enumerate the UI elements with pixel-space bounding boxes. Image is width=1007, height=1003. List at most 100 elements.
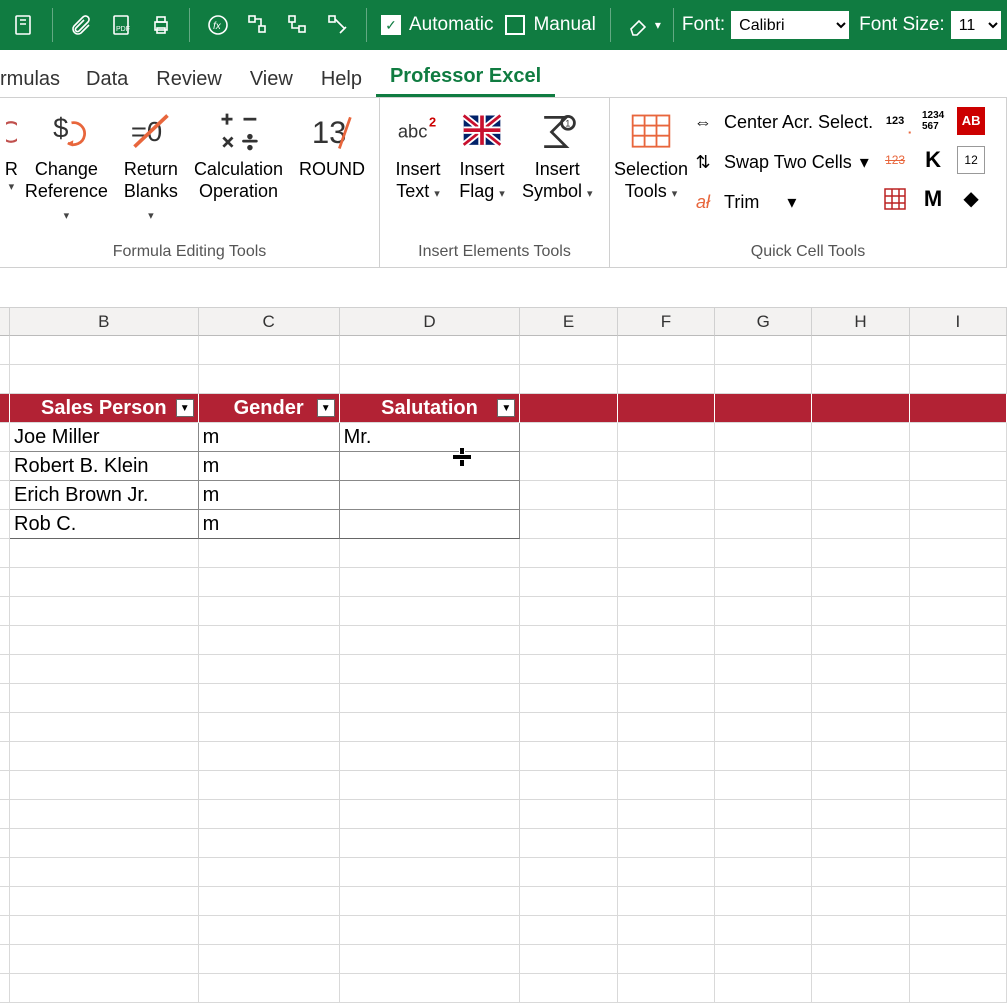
cell[interactable] xyxy=(618,945,715,974)
cell[interactable]: m xyxy=(199,510,340,539)
cell[interactable] xyxy=(812,394,909,423)
cell[interactable] xyxy=(0,365,10,394)
cell[interactable] xyxy=(910,858,1007,887)
cell[interactable] xyxy=(715,771,812,800)
cell[interactable] xyxy=(910,452,1007,481)
cell[interactable] xyxy=(199,713,340,742)
cell[interactable] xyxy=(715,365,812,394)
cell[interactable] xyxy=(199,945,340,974)
cell[interactable] xyxy=(910,829,1007,858)
col-head-a[interactable] xyxy=(0,308,10,336)
cell[interactable] xyxy=(715,800,812,829)
tab-formulas[interactable]: rmulas xyxy=(0,60,72,97)
cell[interactable] xyxy=(0,742,10,771)
cell[interactable] xyxy=(199,800,340,829)
cell[interactable] xyxy=(812,829,909,858)
cell[interactable] xyxy=(0,713,10,742)
cell[interactable] xyxy=(199,336,340,365)
cell[interactable] xyxy=(520,394,617,423)
arrow-button[interactable]: ◆ xyxy=(957,185,985,213)
col-head-b[interactable]: B xyxy=(10,308,199,336)
filter-drop-icon[interactable]: ▼ xyxy=(317,399,335,417)
cell[interactable]: m xyxy=(199,423,340,452)
font-size-select[interactable]: 11 xyxy=(951,11,1001,39)
cell[interactable] xyxy=(340,829,521,858)
cell[interactable] xyxy=(520,365,617,394)
cell[interactable] xyxy=(340,510,521,539)
cell[interactable] xyxy=(520,597,617,626)
cell[interactable] xyxy=(812,771,909,800)
insert-symbol-button[interactable]: 1 InsertSymbol ▾ xyxy=(514,104,601,205)
font-select[interactable]: Calibri xyxy=(731,11,849,39)
cell[interactable] xyxy=(618,336,715,365)
cell[interactable] xyxy=(812,452,909,481)
cell[interactable] xyxy=(715,742,812,771)
cell[interactable] xyxy=(340,713,521,742)
cell[interactable] xyxy=(618,568,715,597)
cell[interactable] xyxy=(618,916,715,945)
cell[interactable] xyxy=(199,771,340,800)
calc-mode-manual[interactable]: Manual xyxy=(505,14,595,36)
cell[interactable] xyxy=(0,858,10,887)
cell[interactable]: Sales Person▼ xyxy=(10,394,199,423)
cell[interactable] xyxy=(812,597,909,626)
cell[interactable] xyxy=(199,626,340,655)
cell[interactable] xyxy=(10,858,199,887)
cell[interactable] xyxy=(340,481,521,510)
col-head-g[interactable]: G xyxy=(715,308,812,336)
cell[interactable] xyxy=(0,800,10,829)
cell[interactable] xyxy=(715,974,812,1003)
cell[interactable] xyxy=(812,626,909,655)
cell[interactable] xyxy=(199,655,340,684)
spreadsheet-grid[interactable]: B C D E F G H I Sales Person▼Gender▼Salu… xyxy=(0,308,1007,1003)
cell[interactable] xyxy=(910,945,1007,974)
cell[interactable] xyxy=(618,974,715,1003)
cell[interactable] xyxy=(715,597,812,626)
cell[interactable] xyxy=(910,887,1007,916)
cell[interactable] xyxy=(812,336,909,365)
cell[interactable] xyxy=(10,568,199,597)
cell[interactable] xyxy=(0,626,10,655)
cell[interactable] xyxy=(199,597,340,626)
cell[interactable] xyxy=(618,829,715,858)
cell[interactable]: Gender▼ xyxy=(199,394,340,423)
cell[interactable] xyxy=(0,974,10,1003)
cell[interactable] xyxy=(910,916,1007,945)
cell[interactable] xyxy=(0,829,10,858)
calc-mode-automatic[interactable]: ✓ Automatic xyxy=(381,14,493,36)
ab-button[interactable]: AB xyxy=(957,107,985,135)
cell[interactable] xyxy=(340,945,521,974)
cell[interactable] xyxy=(199,916,340,945)
cell[interactable] xyxy=(715,423,812,452)
cell[interactable] xyxy=(910,597,1007,626)
cell[interactable] xyxy=(199,742,340,771)
tab-professor-excel[interactable]: Professor Excel xyxy=(376,57,555,97)
col-head-c[interactable]: C xyxy=(199,308,340,336)
cell[interactable] xyxy=(715,394,812,423)
cell[interactable] xyxy=(910,684,1007,713)
grid-button[interactable] xyxy=(881,185,909,213)
cell[interactable] xyxy=(520,510,617,539)
cell[interactable] xyxy=(715,713,812,742)
col-head-f[interactable]: F xyxy=(618,308,715,336)
cell[interactable] xyxy=(618,713,715,742)
strike-num-button[interactable]: 123 xyxy=(881,146,909,174)
cell[interactable] xyxy=(0,771,10,800)
cell[interactable]: Salutation▼ xyxy=(340,394,521,423)
filter-drop-icon[interactable]: ▼ xyxy=(497,399,515,417)
cell[interactable] xyxy=(0,655,10,684)
cell[interactable] xyxy=(0,916,10,945)
qat-btn-step2[interactable] xyxy=(278,5,318,45)
cell[interactable] xyxy=(10,365,199,394)
cell[interactable] xyxy=(10,771,199,800)
cell[interactable] xyxy=(715,626,812,655)
cell[interactable] xyxy=(199,887,340,916)
cell[interactable] xyxy=(340,365,521,394)
cell[interactable] xyxy=(520,945,617,974)
cell[interactable] xyxy=(520,684,617,713)
cell[interactable] xyxy=(910,394,1007,423)
iferror-button[interactable]: R ▾ xyxy=(6,104,17,193)
cell[interactable] xyxy=(618,394,715,423)
cell[interactable] xyxy=(10,626,199,655)
center-across-select-button[interactable]: ⇔ Center Acr. Select. xyxy=(690,104,873,140)
